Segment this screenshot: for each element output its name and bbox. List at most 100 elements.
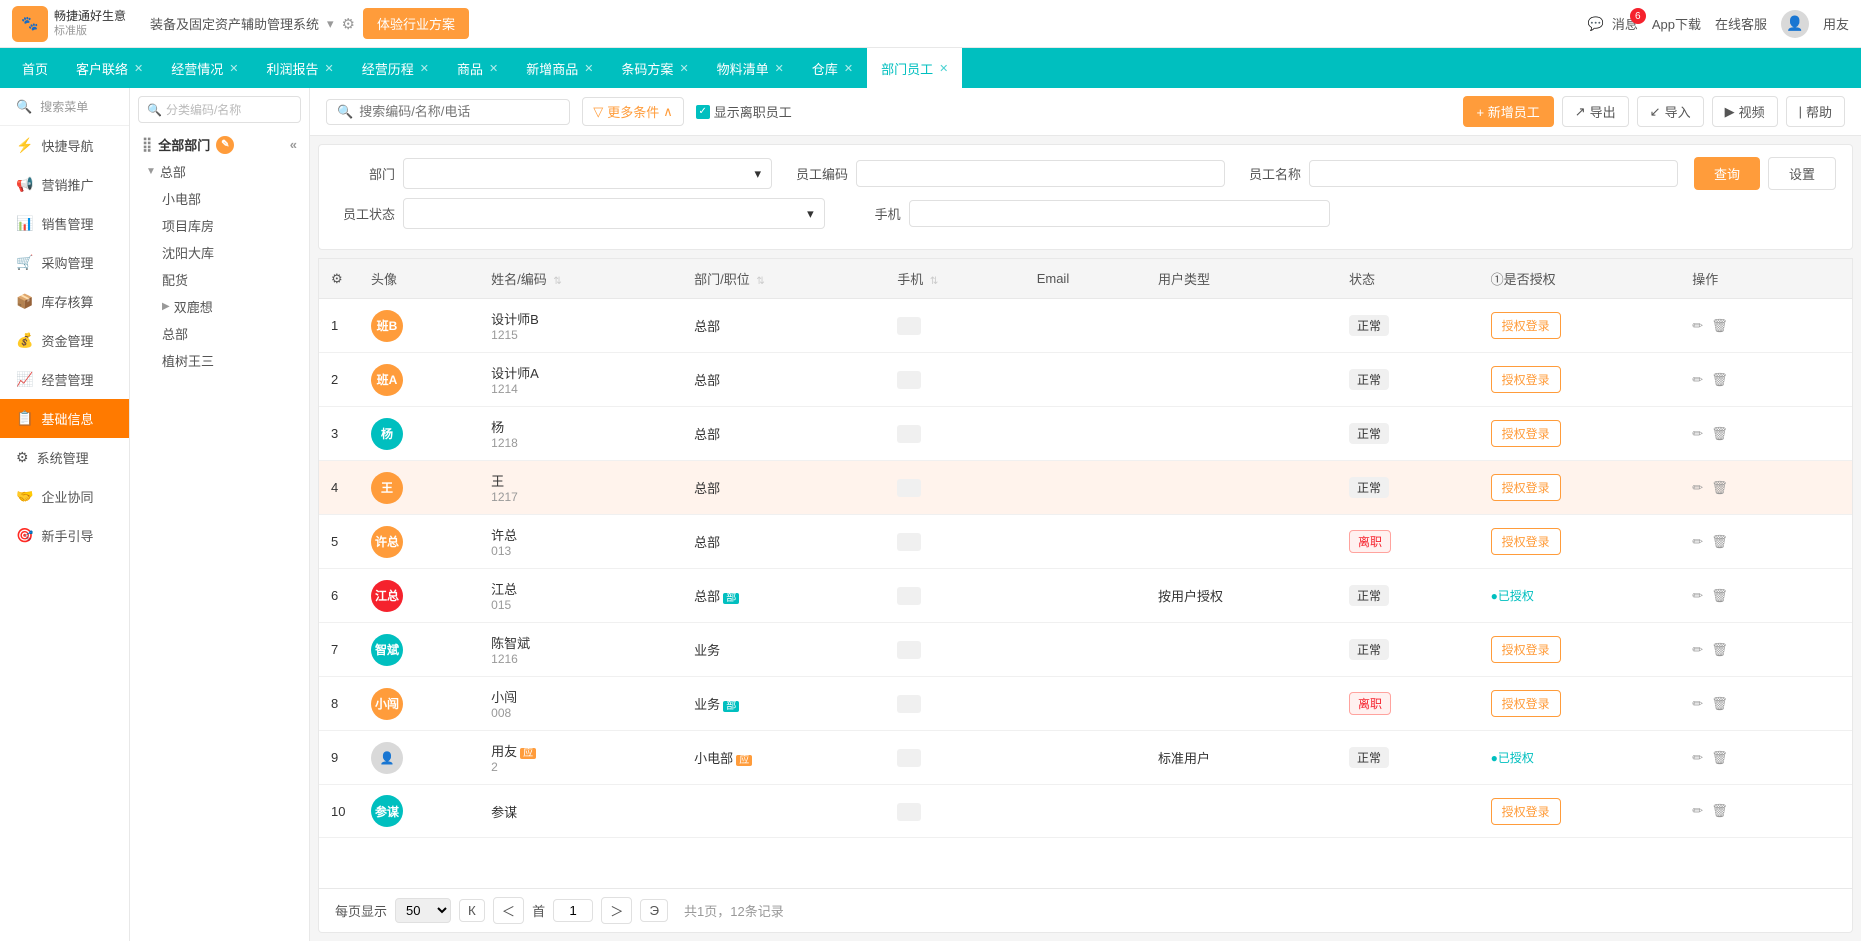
sidebar-item-collab[interactable]: 🤝企业协同 <box>0 477 129 516</box>
per-page-select[interactable]: 50 20 100 <box>395 898 451 923</box>
authorize-button[interactable]: 授权登录 <box>1491 690 1561 717</box>
delete-icon[interactable]: 🗑 <box>1711 696 1728 712</box>
delete-icon[interactable]: 🗑 <box>1711 318 1728 334</box>
first-page-btn[interactable]: К <box>459 899 485 922</box>
delete-icon[interactable]: 🗑 <box>1711 534 1728 550</box>
message-area[interactable]: 💬 6 消息 <box>1588 14 1638 33</box>
dept-edit-icon[interactable]: ✎ <box>216 136 234 154</box>
page-number-input[interactable] <box>553 899 593 922</box>
import-button[interactable]: ↙ 导入 <box>1637 96 1704 127</box>
col-setting[interactable]: ⚙ <box>319 259 359 299</box>
col-name[interactable]: 姓名/编码 ⇅ <box>479 259 682 299</box>
tab-new-goods[interactable]: 新增商品✕ <box>512 48 607 88</box>
edit-icon[interactable]: ✏ <box>1692 803 1703 819</box>
edit-icon[interactable]: ✏ <box>1692 588 1703 604</box>
edit-icon[interactable]: ✏ <box>1692 534 1703 550</box>
edit-icon[interactable]: ✏ <box>1692 696 1703 712</box>
app-download[interactable]: App下载 <box>1652 14 1701 33</box>
tab-operation[interactable]: 经营情况✕ <box>157 48 252 88</box>
sidebar-item-purchase[interactable]: 🛒采购管理 <box>0 243 129 282</box>
search-input[interactable] <box>359 104 559 119</box>
tab-employee[interactable]: 部门员工✕ <box>867 48 962 88</box>
export-button[interactable]: ↗ 导出 <box>1562 96 1629 127</box>
tab-customer[interactable]: 客户联络✕ <box>62 48 157 88</box>
sidebar-search[interactable]: 🔍 搜索菜单 <box>0 88 129 126</box>
dept-item-xiaodibu[interactable]: 小电部 <box>154 185 301 212</box>
more-conditions-btn[interactable]: ▽ 更多条件 ∧ <box>582 97 684 126</box>
last-page-btn[interactable]: Э <box>640 899 668 922</box>
dropdown-icon[interactable]: ▾ <box>327 16 334 32</box>
authorize-button[interactable]: 授权登录 <box>1491 636 1561 663</box>
empname-input[interactable] <box>1309 160 1678 187</box>
dept-item-zongbu[interactable]: 总部 <box>154 320 301 347</box>
dept-select[interactable]: ▾ <box>403 158 772 189</box>
top-right-actions: 💬 6 消息 App下载 在线客服 👤 用友 <box>1588 10 1849 38</box>
delete-icon[interactable]: 🗑 <box>1711 372 1728 388</box>
tab-history[interactable]: 经营历程✕ <box>348 48 443 88</box>
show-resigned-toggle[interactable]: ✓ 显示离职员工 <box>696 102 792 121</box>
finance-icon: 💰 <box>16 332 33 349</box>
next-page-btn[interactable]: ＞ <box>601 897 632 924</box>
set-button[interactable]: 设置 <box>1768 157 1836 190</box>
dept-item-zhishu[interactable]: 植树王三 <box>154 347 301 374</box>
user-name[interactable]: 用友 <box>1823 14 1849 33</box>
dept-collapse-btn[interactable]: « <box>290 137 297 152</box>
dept-item-peihuo[interactable]: 配货 <box>154 266 301 293</box>
delete-icon[interactable]: 🗑 <box>1711 750 1728 766</box>
view-button[interactable]: ▶ 视频 <box>1712 96 1778 127</box>
delete-icon[interactable]: 🗑 <box>1711 642 1728 658</box>
query-button[interactable]: 查询 <box>1694 157 1760 190</box>
sidebar-item-finance[interactable]: 💰资金管理 <box>0 321 129 360</box>
sidebar-item-guide[interactable]: 🎯新手引导 <box>0 516 129 555</box>
sidebar-item-sales[interactable]: 📊销售管理 <box>0 204 129 243</box>
dept-item-shuanglu[interactable]: ▶ 双鹿想 <box>154 293 301 320</box>
empcode-input[interactable] <box>856 160 1225 187</box>
empstatus-select[interactable]: ▾ <box>403 198 825 229</box>
delete-icon[interactable]: 🗑 <box>1711 588 1728 604</box>
authorize-button[interactable]: 授权登录 <box>1491 312 1561 339</box>
search-box[interactable]: 🔍 <box>326 99 570 125</box>
phone-input[interactable] <box>909 200 1331 227</box>
online-service[interactable]: 在线客服 <box>1715 14 1767 33</box>
settings-icon[interactable]: ⚙ <box>342 15 355 33</box>
trial-button[interactable]: 体验行业方案 <box>363 8 469 39</box>
authorize-button[interactable]: 授权登录 <box>1491 528 1561 555</box>
col-phone[interactable]: 手机 ⇅ <box>885 259 1025 299</box>
tab-barcode[interactable]: 条码方案✕ <box>607 48 702 88</box>
delete-icon[interactable]: 🗑 <box>1711 803 1728 819</box>
prev-page-btn[interactable]: ＜ <box>493 897 524 924</box>
authorize-button[interactable]: 授权登录 <box>1491 798 1561 825</box>
dept-item-root[interactable]: ▼ 总部 <box>138 158 301 185</box>
authorize-button[interactable]: 授权登录 <box>1491 366 1561 393</box>
sidebar-item-system[interactable]: ⚙系统管理 <box>0 438 129 477</box>
edit-icon[interactable]: ✏ <box>1692 750 1703 766</box>
tab-bom[interactable]: 物料清单✕ <box>703 48 798 88</box>
tab-goods[interactable]: 商品✕ <box>443 48 512 88</box>
sidebar-item-quicknav[interactable]: ⚡快捷导航 <box>0 126 129 165</box>
add-employee-button[interactable]: + 新增员工 <box>1463 96 1554 127</box>
dept-cell: 总部 <box>682 407 885 461</box>
authorize-button[interactable]: 授权登录 <box>1491 420 1561 447</box>
edit-icon[interactable]: ✏ <box>1692 642 1703 658</box>
delete-icon[interactable]: 🗑 <box>1711 480 1728 496</box>
sidebar-item-mgmt[interactable]: 📈经营管理 <box>0 360 129 399</box>
help-button[interactable]: | 帮助 <box>1786 96 1845 127</box>
dept-item-shenyang[interactable]: 沈阳大库 <box>154 239 301 266</box>
edit-icon[interactable]: ✏ <box>1692 372 1703 388</box>
tab-warehouse[interactable]: 仓库✕ <box>798 48 867 88</box>
sidebar-item-marketing[interactable]: 📢营销推广 <box>0 165 129 204</box>
col-dept[interactable]: 部门/职位 ⇅ <box>682 259 885 299</box>
authorize-button[interactable]: 授权登录 <box>1491 474 1561 501</box>
dept-item-projroom[interactable]: 项目库房 <box>154 212 301 239</box>
row-num: 1 <box>319 299 359 353</box>
employee-code: 015 <box>491 598 670 612</box>
sidebar-item-inventory[interactable]: 📦库存核算 <box>0 282 129 321</box>
dept-search[interactable]: 🔍 分类编码/名称 <box>138 96 301 123</box>
edit-icon[interactable]: ✏ <box>1692 426 1703 442</box>
delete-icon[interactable]: 🗑 <box>1711 426 1728 442</box>
edit-icon[interactable]: ✏ <box>1692 480 1703 496</box>
edit-icon[interactable]: ✏ <box>1692 318 1703 334</box>
tab-home[interactable]: 首页 <box>8 48 62 88</box>
sidebar-item-basic[interactable]: 📋基础信息 <box>0 399 129 438</box>
tab-profit[interactable]: 利润报告✕ <box>252 48 347 88</box>
